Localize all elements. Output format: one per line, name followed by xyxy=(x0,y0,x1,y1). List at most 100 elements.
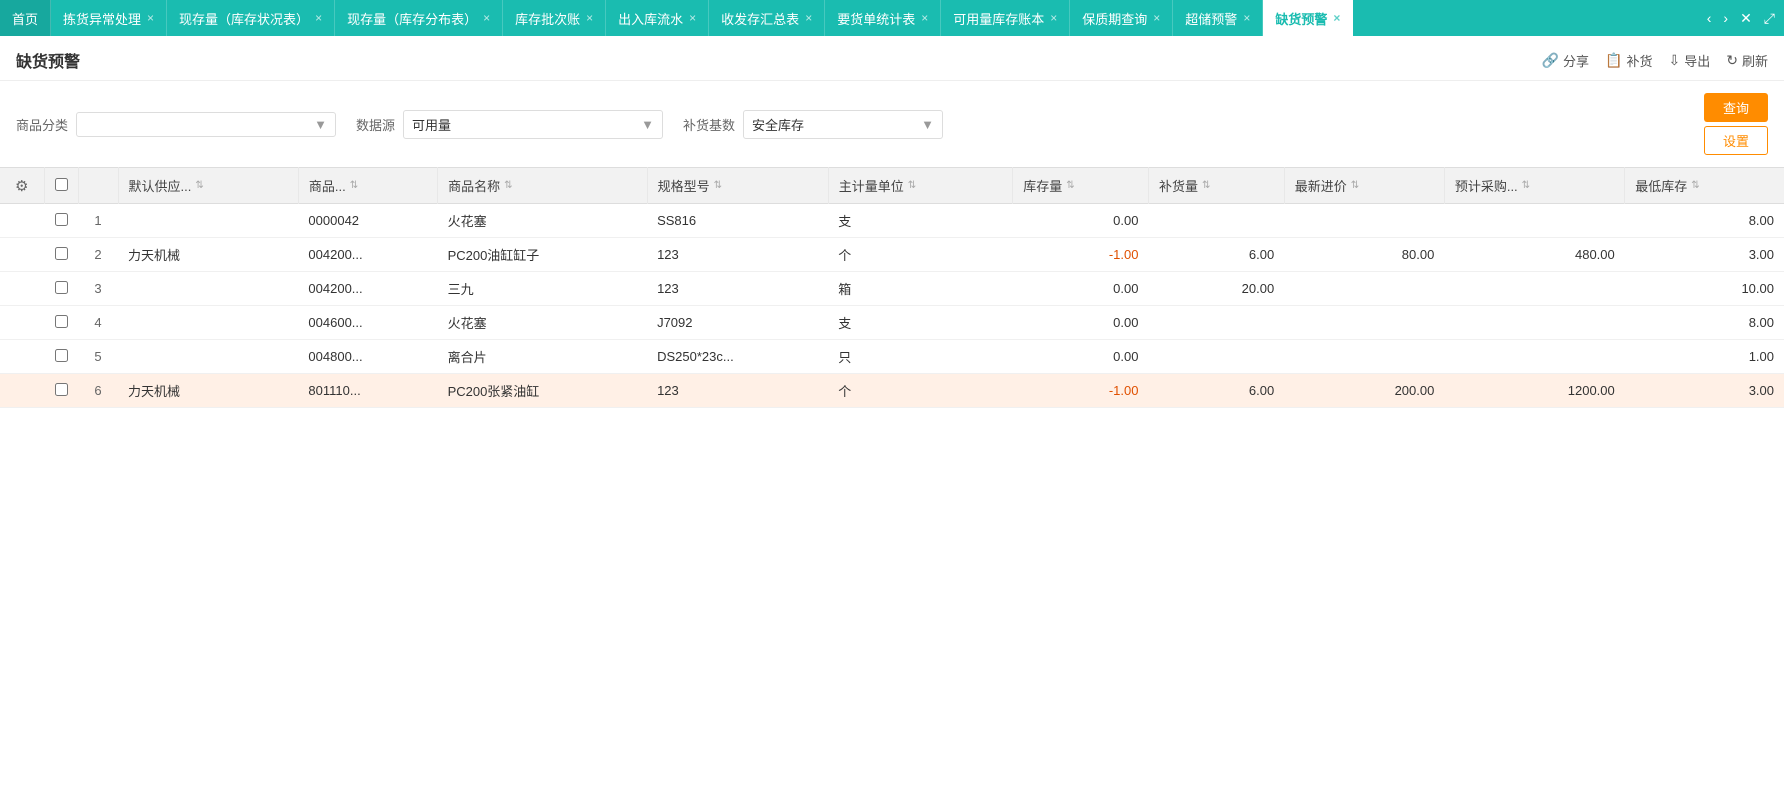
th-stock[interactable]: 库存量 ⇅ xyxy=(1013,168,1149,204)
row-checkbox-cell[interactable] xyxy=(44,238,78,272)
tab-overstock[interactable]: 超储预警 × xyxy=(1173,0,1263,36)
close-tab-11[interactable]: × xyxy=(1333,12,1340,24)
th-product-code[interactable]: 商品... ⇅ xyxy=(298,168,437,204)
query-button[interactable]: 查询 xyxy=(1704,93,1768,122)
tab-summary[interactable]: 收发存汇总表 × xyxy=(709,0,825,36)
export-button[interactable]: ⇩ 导出 xyxy=(1669,51,1711,70)
tab-batch-account[interactable]: 库存批次账 × xyxy=(503,0,606,36)
row-checkbox-cell[interactable] xyxy=(44,374,78,408)
row-min-stock-5: 3.00 xyxy=(1625,374,1784,408)
th-gear[interactable]: ⚙ xyxy=(0,168,44,204)
th-default-supplier[interactable]: 默认供应... ⇅ xyxy=(118,168,298,204)
tab-inout-flow[interactable]: 出入库流水 × xyxy=(606,0,709,36)
row-name-2: 三九 xyxy=(438,272,648,306)
close-tab-10[interactable]: × xyxy=(1243,12,1250,24)
replenish-base-select[interactable]: 安全库存 ▼ xyxy=(743,110,943,139)
replenish-base-label: 补货基数 xyxy=(683,115,735,134)
row-spec-5: 123 xyxy=(647,374,828,408)
close-tab-3[interactable]: × xyxy=(483,12,490,24)
tab-home[interactable]: 首页 xyxy=(0,0,51,36)
datasource-select[interactable]: 可用量 ▼ xyxy=(403,110,663,139)
row-index-5: 6 xyxy=(78,374,118,408)
row-checkbox-1[interactable] xyxy=(55,247,68,260)
table-row[interactable]: 4 004600... 火花塞 J7092 支 0.00 8.00 xyxy=(0,306,1784,340)
close-tab-7[interactable]: × xyxy=(921,12,928,24)
row-checkbox-cell[interactable] xyxy=(44,204,78,238)
row-checkbox-5[interactable] xyxy=(55,383,68,396)
row-min-stock-1: 3.00 xyxy=(1625,238,1784,272)
th-estimated-purchase[interactable]: 预计采购... ⇅ xyxy=(1444,168,1624,204)
row-replenish-1: 6.00 xyxy=(1148,238,1284,272)
sort-icon-unit: ⇅ xyxy=(908,180,916,191)
row-stock-0: 0.00 xyxy=(1013,204,1149,238)
close-tab-6[interactable]: × xyxy=(805,12,812,24)
table-row[interactable]: 6 力天机械 801110... PC200张紧油缸 123 个 -1.00 6… xyxy=(0,374,1784,408)
table-row[interactable]: 1 0000042 火花塞 SS816 支 0.00 8.00 xyxy=(0,204,1784,238)
replenish-icon: 📋 xyxy=(1605,52,1622,69)
table-row[interactable]: 3 004200... 三九 123 箱 0.00 20.00 10.00 xyxy=(0,272,1784,306)
row-index-3: 4 xyxy=(78,306,118,340)
select-all-checkbox[interactable] xyxy=(55,178,68,191)
row-checkbox-3[interactable] xyxy=(55,315,68,328)
tab-expand-btn[interactable]: ⤢ xyxy=(1759,9,1780,27)
gear-icon[interactable]: ⚙ xyxy=(15,178,28,195)
row-unit-1: 个 xyxy=(828,238,1013,272)
tab-pick-exception[interactable]: 拣货异常处理 × xyxy=(51,0,167,36)
sort-icon-min-stock: ⇅ xyxy=(1691,180,1699,191)
row-spec-3: J7092 xyxy=(647,306,828,340)
tab-available-ledger[interactable]: 可用量库存账本 × xyxy=(941,0,1070,36)
row-checkbox-2[interactable] xyxy=(55,281,68,294)
row-replenish-2: 20.00 xyxy=(1148,272,1284,306)
tab-inventory-dist[interactable]: 现存量（库存分布表） × xyxy=(335,0,503,36)
tab-shortage[interactable]: 缺货预警 × xyxy=(1263,0,1353,36)
row-index-4: 5 xyxy=(78,340,118,374)
th-min-stock[interactable]: 最低库存 ⇅ xyxy=(1625,168,1784,204)
row-checkbox-0[interactable] xyxy=(55,213,68,226)
th-product-name[interactable]: 商品名称 ⇅ xyxy=(438,168,648,204)
tab-prev-btn[interactable]: ‹ xyxy=(1702,9,1717,27)
table-body: 1 0000042 火花塞 SS816 支 0.00 8.00 2 力天机械 0… xyxy=(0,204,1784,408)
share-button[interactable]: 🔗 分享 xyxy=(1542,51,1589,70)
th-spec[interactable]: 规格型号 ⇅ xyxy=(647,168,828,204)
row-checkbox-cell[interactable] xyxy=(44,306,78,340)
filter-bar: 商品分类 ▼ 数据源 可用量 ▼ 补货基数 安全库存 ▼ 查询 设置 xyxy=(0,81,1784,167)
tab-next-btn[interactable]: › xyxy=(1718,9,1733,27)
close-tab-4[interactable]: × xyxy=(586,12,593,24)
th-latest-price[interactable]: 最新进价 ⇅ xyxy=(1284,168,1444,204)
row-checkbox-cell[interactable] xyxy=(44,272,78,306)
refresh-button[interactable]: ↻ 刷新 xyxy=(1726,51,1768,70)
row-checkbox-cell[interactable] xyxy=(44,340,78,374)
row-price-0 xyxy=(1284,204,1444,238)
table-row[interactable]: 5 004800... 离合片 DS250*23c... 只 0.00 1.00 xyxy=(0,340,1784,374)
tab-inventory-status[interactable]: 现存量（库存状况表） × xyxy=(167,0,335,36)
row-supplier-2 xyxy=(118,272,298,306)
table-header-row: ⚙ 默认供应... ⇅ 商品... xyxy=(0,168,1784,204)
row-checkbox-4[interactable] xyxy=(55,349,68,362)
sort-icon-estimated: ⇅ xyxy=(1522,180,1530,191)
close-tab-9[interactable]: × xyxy=(1153,12,1160,24)
sort-icon-code: ⇅ xyxy=(350,180,358,191)
category-arrow-icon: ▼ xyxy=(314,117,327,132)
tab-close-btn[interactable]: ✕ xyxy=(1735,9,1757,27)
sort-icon-stock: ⇅ xyxy=(1066,180,1074,191)
row-supplier-5: 力天机械 xyxy=(118,374,298,408)
th-unit[interactable]: 主计量单位 ⇅ xyxy=(828,168,1013,204)
settings-button[interactable]: 设置 xyxy=(1704,126,1768,155)
row-gear-cell xyxy=(0,204,44,238)
close-tab-8[interactable]: × xyxy=(1050,12,1057,24)
close-tab-1[interactable]: × xyxy=(147,12,154,24)
close-tab-2[interactable]: × xyxy=(315,12,322,24)
row-price-4 xyxy=(1284,340,1444,374)
replenish-button[interactable]: 📋 补货 xyxy=(1605,51,1652,70)
category-label: 商品分类 xyxy=(16,115,68,134)
row-unit-3: 支 xyxy=(828,306,1013,340)
close-tab-5[interactable]: × xyxy=(689,12,696,24)
tab-navigation: ‹ › ✕ ⤢ xyxy=(1698,9,1784,27)
category-select[interactable]: ▼ xyxy=(76,112,336,137)
table-row[interactable]: 2 力天机械 004200... PC200油缸缸子 123 个 -1.00 6… xyxy=(0,238,1784,272)
tab-requisition[interactable]: 要货单统计表 × xyxy=(825,0,941,36)
row-gear-cell xyxy=(0,374,44,408)
sort-icon-price: ⇅ xyxy=(1351,180,1359,191)
th-replenish-qty[interactable]: 补货量 ⇅ xyxy=(1148,168,1284,204)
tab-expiry[interactable]: 保质期查询 × xyxy=(1070,0,1173,36)
